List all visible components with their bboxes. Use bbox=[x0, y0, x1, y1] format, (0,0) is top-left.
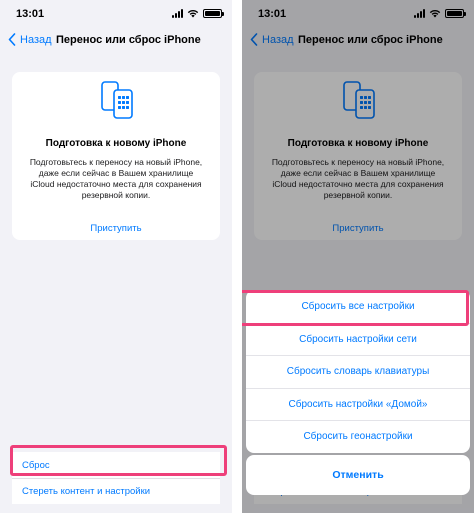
reset-keyboard-dictionary-button[interactable]: Сбросить словарь клавиатуры bbox=[246, 355, 470, 388]
transfer-phones-icon bbox=[101, 81, 133, 119]
card-desc-line: iCloud недостаточно места для сохранения bbox=[30, 179, 202, 189]
back-button[interactable]: Назад bbox=[8, 33, 52, 46]
reset-highlight bbox=[10, 445, 227, 476]
status-bar: 13:01 bbox=[0, 0, 232, 28]
chevron-left-icon bbox=[8, 33, 16, 46]
cancel-button[interactable]: Отменить bbox=[246, 455, 470, 495]
reset-home-screen-button[interactable]: Сбросить настройки «Домой» bbox=[246, 387, 470, 421]
left-screen: 13:01 Назад Перенос или сброс iPhone Под… bbox=[0, 0, 232, 513]
status-icons bbox=[172, 9, 224, 18]
card-title: Подготовка к новому iPhone bbox=[45, 138, 187, 149]
reset-network-settings-button[interactable]: Сбросить настройки сети bbox=[246, 322, 470, 356]
card-desc-line: резервной копии. bbox=[81, 190, 151, 200]
card-description: Подготовьтесь к переносу на новый iPhone… bbox=[22, 157, 210, 201]
right-screen: 13:01 Назад Перенос или сброс iPhone Под… bbox=[242, 0, 474, 513]
card-desc-line: Подготовьтесь к переносу на новый iPhone… bbox=[29, 157, 203, 167]
erase-all-item[interactable]: Стереть контент и настройки bbox=[12, 478, 220, 504]
nav-bar: Назад Перенос или сброс iPhone bbox=[0, 30, 232, 52]
reset-location-settings-button[interactable]: Сбросить геонастройки bbox=[246, 420, 470, 453]
status-time: 13:01 bbox=[16, 8, 45, 20]
start-link[interactable]: Приступить bbox=[12, 223, 220, 234]
wifi-icon bbox=[187, 9, 199, 18]
battery-icon bbox=[203, 9, 224, 18]
back-label: Назад bbox=[20, 33, 52, 46]
card-desc-line: даже если сейчас в Вашем хранилище bbox=[38, 168, 194, 178]
page-title: Перенос или сброс iPhone bbox=[56, 34, 201, 46]
cellular-signal-icon bbox=[172, 9, 183, 18]
prepare-card: Подготовка к новому iPhone Подготовьтесь… bbox=[12, 72, 220, 240]
reset-all-highlight bbox=[242, 290, 469, 326]
